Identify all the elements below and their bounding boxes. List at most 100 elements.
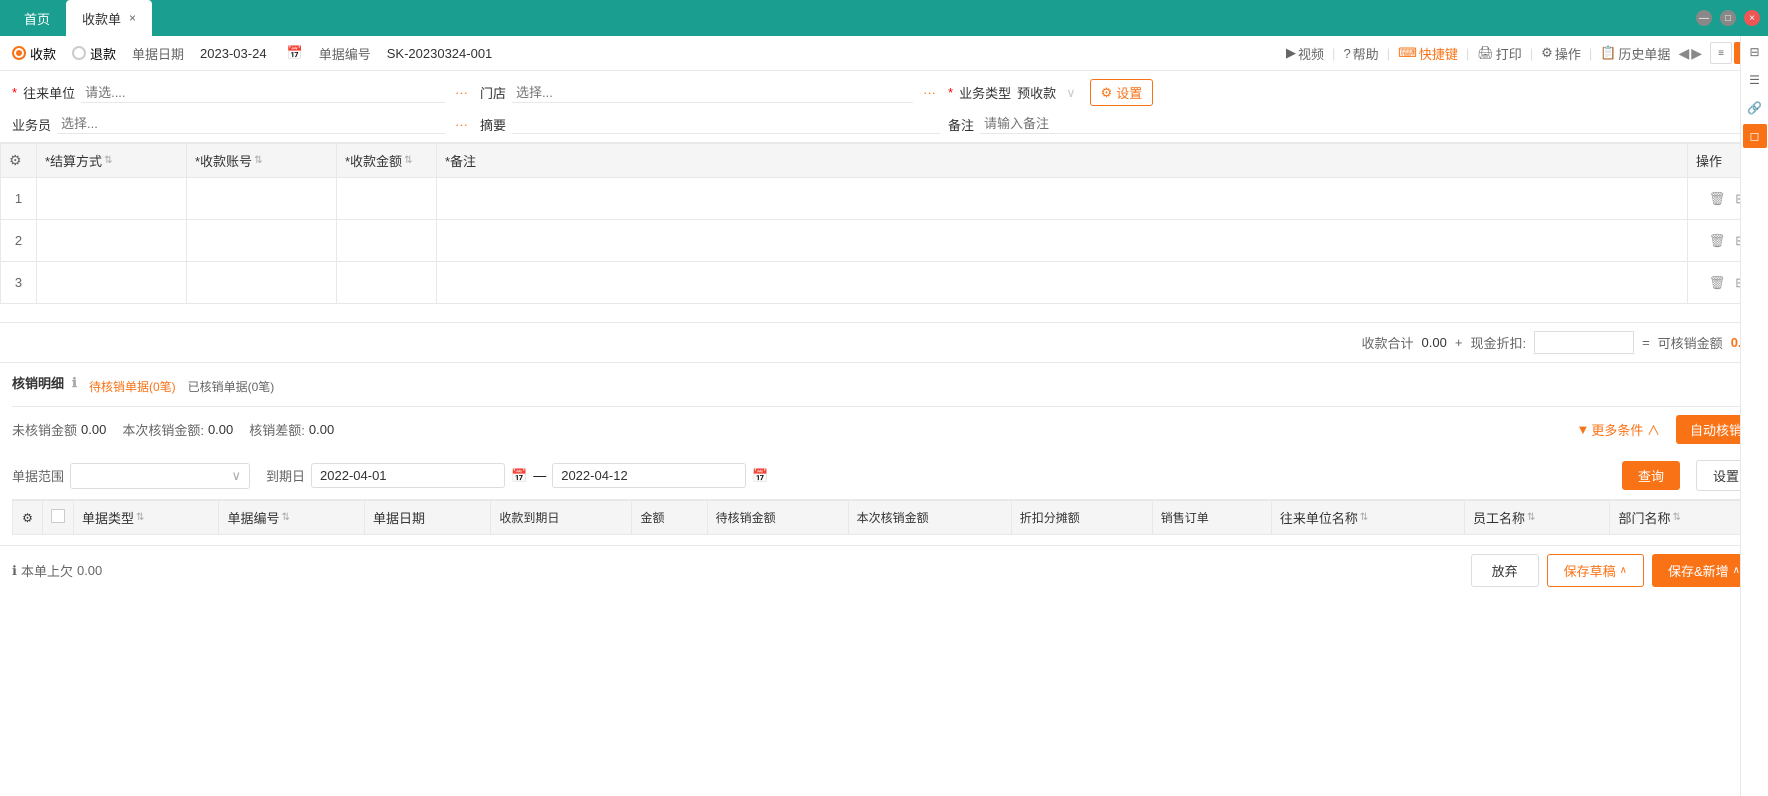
sidebar-link-icon[interactable]: 🔗 xyxy=(1743,96,1767,120)
row-num-1: 1 xyxy=(1,178,37,220)
shortcut-action[interactable]: ⌨ 快捷键 xyxy=(1398,44,1458,63)
more-conditions-btn[interactable]: ▼ 更多条件 ∧ xyxy=(1576,420,1660,439)
from-unit-more-btn[interactable]: ··· xyxy=(451,85,472,100)
sort-icon-type[interactable]: ⇅ xyxy=(136,512,144,523)
sort-icon-account[interactable]: ⇅ xyxy=(254,155,262,166)
th-amount: *收款金额 ⇅ xyxy=(337,144,437,178)
row-settle-3[interactable] xyxy=(37,262,187,304)
bth-pending: 待核销金额 xyxy=(707,501,848,535)
unverified-value: 0.00 xyxy=(81,422,106,437)
th-settings[interactable]: ⚙ xyxy=(1,144,37,178)
data-table-container: ⚙ *结算方式 ⇅ *收款账号 ⇅ xyxy=(0,143,1768,323)
table-body: 1 🗑 ⊞ 2 xyxy=(1,178,1768,304)
row-amount-2[interactable] xyxy=(337,220,437,262)
row-account-2[interactable] xyxy=(187,220,337,262)
row-settle-1[interactable] xyxy=(37,178,187,220)
footer-actions: 放弃 保存草稿 ∧ 保存&新增 ∧ xyxy=(1471,554,1756,587)
sort-icon-dept[interactable]: ⇅ xyxy=(1672,512,1680,523)
help-action[interactable]: ? 帮助 xyxy=(1343,44,1378,63)
query-button[interactable]: 查询 xyxy=(1622,461,1680,490)
history-icon: 📋 xyxy=(1600,45,1616,61)
calendar-icon[interactable]: 📅 xyxy=(287,45,303,61)
row-remark-2[interactable] xyxy=(437,220,1688,262)
bth-dept: 部门名称 ⇅ xyxy=(1610,501,1756,535)
sidebar-table-icon[interactable]: ⊟ xyxy=(1743,40,1767,64)
staff-input[interactable] xyxy=(57,114,445,134)
settings-icon[interactable]: ⚙ xyxy=(9,152,22,168)
sidebar-list-icon[interactable]: ☰ xyxy=(1743,68,1767,92)
save-draft-button[interactable]: 保存草稿 ∧ xyxy=(1547,554,1644,587)
cal-to-icon[interactable]: 📅 xyxy=(752,468,768,484)
question-icon: ? xyxy=(1343,46,1350,61)
date-to-input[interactable] xyxy=(552,463,746,488)
from-unit-input[interactable] xyxy=(81,83,445,103)
nav-arrows: ◀ ▶ xyxy=(1678,45,1702,62)
window-controls: — □ × xyxy=(1696,10,1760,26)
current-label: 本次核销金额: xyxy=(122,420,204,439)
summary-input[interactable] xyxy=(512,114,940,134)
sidebar-expand-icon[interactable]: ◻ xyxy=(1743,124,1767,148)
row-remark-3[interactable] xyxy=(437,262,1688,304)
sort-icon-unit[interactable]: ⇅ xyxy=(1360,512,1368,523)
radio-refund[interactable]: 退款 xyxy=(72,44,116,63)
store-input[interactable] xyxy=(512,83,913,103)
date-from-input[interactable] xyxy=(311,463,505,488)
remark-input[interactable] xyxy=(980,114,1756,134)
print-action[interactable]: 🖨 打印 xyxy=(1477,44,1522,63)
prev-arrow[interactable]: ◀ xyxy=(1678,45,1689,62)
row-account-3[interactable] xyxy=(187,262,337,304)
business-type-value: 预收款 xyxy=(1017,83,1056,102)
equal-label: = xyxy=(1642,335,1650,350)
th-account: *收款账号 ⇅ xyxy=(187,144,337,178)
tab-collection[interactable]: 收款单 × xyxy=(66,0,152,36)
settings-button[interactable]: ⚙ 设置 xyxy=(1090,79,1154,106)
sort-icon-number[interactable]: ⇅ xyxy=(281,512,289,523)
operate-action[interactable]: ⚙ 操作 xyxy=(1541,44,1581,63)
verification-section: 核销明细 ℹ 待核销单据(0笔) 已核销单据(0笔) 未核销金额 0.00 本次… xyxy=(0,363,1768,545)
history-action[interactable]: 📋 历史单据 xyxy=(1600,44,1670,63)
row-amount-3[interactable] xyxy=(337,262,437,304)
discount-input[interactable] xyxy=(1534,331,1634,354)
tab-home[interactable]: 首页 xyxy=(8,0,66,36)
table-footer: 收款合计 0.00 + 现金折扣: = 可核销金额 0.00 xyxy=(0,323,1768,363)
range-select[interactable]: ∨ xyxy=(70,463,250,489)
row-account-1[interactable] xyxy=(187,178,337,220)
info-icon[interactable]: ℹ xyxy=(72,375,77,391)
row-delete-btn-2[interactable]: 🗑 xyxy=(1707,231,1728,251)
window-close-button[interactable]: × xyxy=(1744,10,1760,26)
sort-icon-amount[interactable]: ⇅ xyxy=(404,155,412,166)
business-type-arrow[interactable]: ∨ xyxy=(1066,85,1076,101)
range-filter: 单据范围 ∨ xyxy=(12,463,250,489)
window-maximize-button[interactable]: □ xyxy=(1720,10,1736,26)
row-delete-btn-3[interactable]: 🗑 xyxy=(1707,273,1728,293)
next-arrow[interactable]: ▶ xyxy=(1691,45,1702,62)
sort-icon-settle[interactable]: ⇅ xyxy=(104,155,112,166)
print-icon: 🖨 xyxy=(1477,45,1494,61)
row-num-3: 3 xyxy=(1,262,37,304)
staff-more-btn[interactable]: ··· xyxy=(451,117,472,132)
row-amount-1[interactable] xyxy=(337,178,437,220)
radio-receipt-dot xyxy=(12,46,26,60)
pending-tab[interactable]: 待核销单据(0笔) xyxy=(89,378,176,395)
row-delete-btn-1[interactable]: 🗑 xyxy=(1707,189,1728,209)
diff-stat: 核销差额: 0.00 xyxy=(249,420,334,439)
video-action[interactable]: ▶ 视频 xyxy=(1286,44,1324,63)
cal-from-icon[interactable]: 📅 xyxy=(511,468,527,484)
sort-icon-staff[interactable]: ⇅ xyxy=(1527,512,1535,523)
right-sidebar: ⊟ ☰ 🔗 ◻ xyxy=(1740,36,1768,796)
close-tab-icon[interactable]: × xyxy=(129,11,136,25)
radio-receipt[interactable]: 收款 xyxy=(12,44,56,63)
total-label: 收款合计 xyxy=(1362,333,1414,352)
store-more-btn[interactable]: ··· xyxy=(919,85,940,100)
abandon-button[interactable]: 放弃 xyxy=(1471,554,1539,587)
table-header-row: ⚙ *结算方式 ⇅ *收款账号 ⇅ xyxy=(1,144,1768,178)
list-view-icon[interactable]: ≡ xyxy=(1710,42,1732,64)
row-settle-2[interactable] xyxy=(37,220,187,262)
bottom-table: ⚙ 单据类型 ⇅ 单据编号 xyxy=(12,500,1756,535)
row-remark-1[interactable] xyxy=(437,178,1688,220)
bth-settings[interactable]: ⚙ xyxy=(13,501,43,535)
select-all-checkbox[interactable] xyxy=(51,509,65,523)
window-minimize-button[interactable]: — xyxy=(1696,10,1712,26)
form-row-2: 业务员 ··· 摘要 备注 xyxy=(12,114,1756,134)
done-tab[interactable]: 已核销单据(0笔) xyxy=(188,378,275,395)
